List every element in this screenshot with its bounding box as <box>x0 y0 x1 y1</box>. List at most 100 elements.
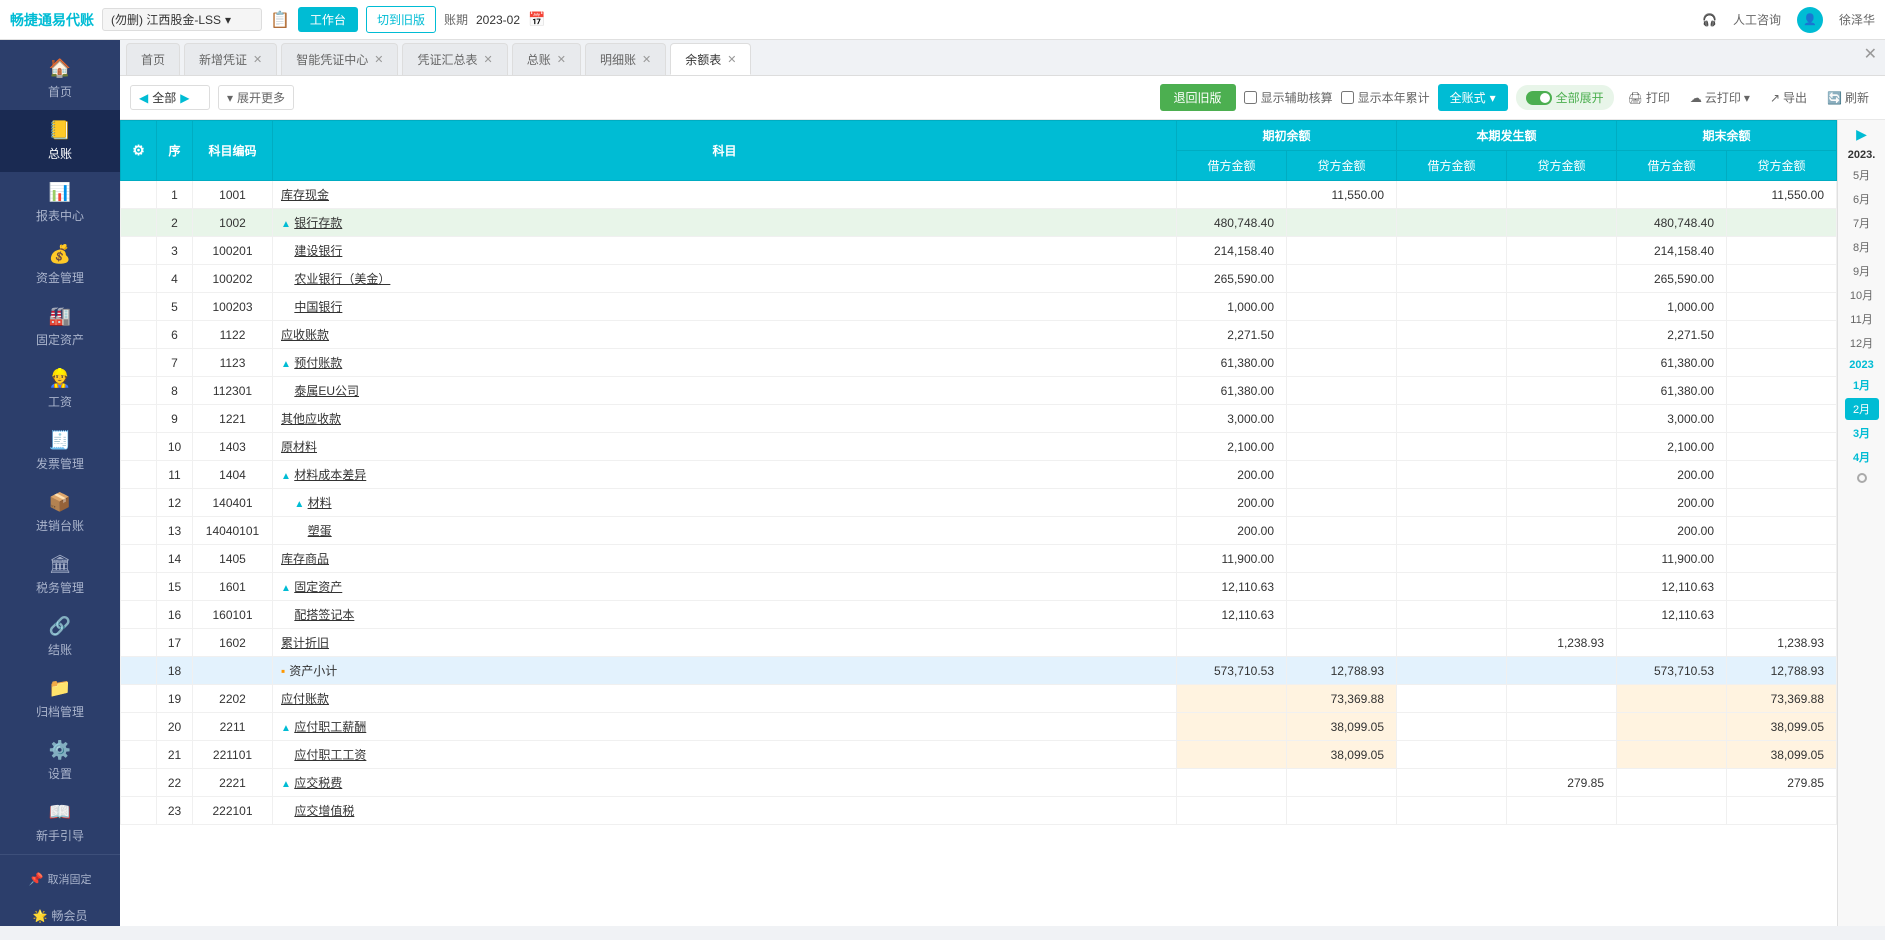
name-link[interactable]: 材料 <box>308 496 332 510</box>
cell-ps-debit <box>1177 181 1287 209</box>
timeline-month-10[interactable]: 10月 <box>1845 284 1879 306</box>
name-link[interactable]: 应交税费 <box>294 776 342 790</box>
sidebar-label-assets: 固定资产 <box>36 331 84 348</box>
chk-auxiliary-input[interactable] <box>1244 91 1257 104</box>
name-link[interactable]: 应收账款 <box>281 328 329 342</box>
timeline-month-7[interactable]: 7月 <box>1845 212 1879 234</box>
name-link[interactable]: 应付职工薪酬 <box>294 720 366 734</box>
sidebar-item-assets[interactable]: 🏭 固定资产 <box>0 296 120 358</box>
timeline-month-3[interactable]: 3月 <box>1845 422 1879 444</box>
timeline-month-4[interactable]: 4月 <box>1845 446 1879 468</box>
cell-pe-debit: 11,900.00 <box>1617 545 1727 573</box>
tab-balance-close[interactable]: ✕ <box>727 53 736 66</box>
name-link[interactable]: 其他应收款 <box>281 412 341 426</box>
tab-detail-ledger-close[interactable]: ✕ <box>642 53 651 66</box>
tab-detail-ledger[interactable]: 明细账 ✕ <box>585 43 666 75</box>
name-link[interactable]: 材料成本差异 <box>294 468 366 482</box>
tab-balance[interactable]: 余额表 ✕ <box>670 43 751 75</box>
cloud-print-button[interactable]: ☁ 云打印 ▾ <box>1684 85 1756 110</box>
sidebar-item-salary[interactable]: 👷 工资 <box>0 358 120 420</box>
cell-name: ▪资产小计 <box>273 657 1177 685</box>
refresh-button[interactable]: 🔄 刷新 <box>1821 85 1875 110</box>
sidebar-item-fund[interactable]: 💰 资金管理 <box>0 234 120 296</box>
timeline-month-6[interactable]: 6月 <box>1845 188 1879 210</box>
sidebar-member[interactable]: 🌟 畅会员 <box>0 899 120 932</box>
workbench-button[interactable]: 工作台 <box>298 7 358 32</box>
cell-name: 累计折旧 <box>273 629 1177 657</box>
timeline-month-8[interactable]: 8月 <box>1845 236 1879 258</box>
tab-home[interactable]: 首页 <box>126 43 180 75</box>
tab-new-voucher-close[interactable]: ✕ <box>253 53 262 66</box>
table-container: ⚙ 序 科目编码 科目 期初余额 本期发生额 期末余额 借方金额 贷方金额 <box>120 120 1837 926</box>
name-link[interactable]: 中国银行 <box>294 300 342 314</box>
name-link[interactable]: 累计折旧 <box>281 636 329 650</box>
tab-new-voucher-label: 新增凭证 <box>199 51 247 68</box>
th-settings[interactable]: ⚙ <box>121 121 157 181</box>
name-link[interactable]: 银行存款 <box>294 216 342 230</box>
sidebar-item-report[interactable]: 📊 报表中心 <box>0 172 120 234</box>
name-link[interactable]: 泰属EU公司 <box>294 384 359 398</box>
row-expand-icon[interactable]: ▲ <box>281 779 291 790</box>
name-link[interactable]: 库存现金 <box>281 188 329 202</box>
expand-all-toggle[interactable]: 全部展开 <box>1516 85 1614 110</box>
timeline-month-2[interactable]: 2月 <box>1845 398 1879 420</box>
name-link[interactable]: 建设银行 <box>294 244 342 258</box>
chk-ytd-label[interactable]: 显示本年累计 <box>1341 89 1430 106</box>
company-select[interactable]: (勿删) 江西股金-LSS ▾ <box>102 8 262 31</box>
row-expand-icon[interactable]: ▲ <box>281 219 291 230</box>
sidebar-item-archive[interactable]: 📁 归档管理 <box>0 668 120 730</box>
sidebar-item-stock[interactable]: 📦 进销台账 <box>0 482 120 544</box>
tab-new-voucher[interactable]: 新增凭证 ✕ <box>184 43 277 75</box>
cell-code: 1405 <box>193 545 273 573</box>
sidebar-item-tax[interactable]: 🏛 税务管理 <box>0 544 120 606</box>
timeline-month-5[interactable]: 5月 <box>1845 164 1879 186</box>
chk-auxiliary-label[interactable]: 显示辅助核算 <box>1244 89 1333 106</box>
row-expand-icon[interactable]: ▲ <box>294 499 304 510</box>
filter-box[interactable]: ◀ 全部 ▶ <box>130 85 210 110</box>
name-link[interactable]: 库存商品 <box>281 552 329 566</box>
switch-version-button[interactable]: 切到旧版 <box>366 6 436 33</box>
name-link[interactable]: 预付账款 <box>294 356 342 370</box>
timeline-month-12[interactable]: 12月 <box>1845 332 1879 354</box>
sidebar-unpin[interactable]: 📌 取消固定 <box>0 863 120 895</box>
row-expand-icon[interactable]: ▲ <box>281 471 291 482</box>
return-old-button[interactable]: 退回旧版 <box>1160 84 1236 111</box>
name-link[interactable]: 固定资产 <box>294 580 342 594</box>
name-link[interactable]: 原材料 <box>281 440 317 454</box>
timeline-month-9[interactable]: 9月 <box>1845 260 1879 282</box>
service-label[interactable]: 人工咨询 <box>1733 11 1781 28</box>
export-button[interactable]: ↗ 导出 <box>1764 85 1813 110</box>
tab-general-ledger-close[interactable]: ✕ <box>557 53 566 66</box>
row-expand-icon[interactable]: ▲ <box>281 723 291 734</box>
sidebar-item-guide[interactable]: 📖 新手引导 <box>0 792 120 854</box>
sidebar-item-invoice[interactable]: 🧾 发票管理 <box>0 420 120 482</box>
name-link[interactable]: 塑蛋 <box>308 524 332 538</box>
tab-smart-center-close[interactable]: ✕ <box>374 53 383 66</box>
cell-name: 塑蛋 <box>273 517 1177 545</box>
row-expand-icon[interactable]: ▲ <box>281 583 291 594</box>
print-button[interactable]: 🖨 打印 <box>1622 85 1676 110</box>
sidebar-item-settlement[interactable]: 🔗 结账 <box>0 606 120 668</box>
name-link[interactable]: 配搭签记本 <box>294 608 354 622</box>
tab-area-close[interactable]: ✕ <box>1864 44 1877 64</box>
tab-general-ledger[interactable]: 总账 ✕ <box>512 43 581 75</box>
cell-ps-debit: 200.00 <box>1177 517 1287 545</box>
name-link[interactable]: 农业银行（美金） <box>294 272 390 286</box>
row-expand-icon[interactable]: ▲ <box>281 359 291 370</box>
timeline-expand-btn[interactable]: ▶ <box>1854 124 1869 145</box>
name-link[interactable]: 应付职工工资 <box>294 748 366 762</box>
tab-smart-center[interactable]: 智能凭证中心 ✕ <box>281 43 398 75</box>
expand-more-button[interactable]: ▾ 展开更多 <box>218 85 294 110</box>
name-link[interactable]: 应交增值税 <box>294 804 354 818</box>
fullscreen-button[interactable]: 全账式 ▾ <box>1438 84 1508 111</box>
tab-voucher-summary[interactable]: 凭证汇总表 ✕ <box>402 43 507 75</box>
tab-voucher-summary-close[interactable]: ✕ <box>484 53 493 66</box>
sidebar-item-home[interactable]: 🏠 首页 <box>0 48 120 110</box>
sidebar-item-settings[interactable]: ⚙️ 设置 <box>0 730 120 792</box>
timeline-month-11[interactable]: 11月 <box>1845 308 1879 330</box>
sidebar-item-ledger[interactable]: 📒 总账 <box>0 110 120 172</box>
timeline-month-1[interactable]: 1月 <box>1845 374 1879 396</box>
filter-arrow-right[interactable]: ▶ <box>180 91 189 105</box>
name-link[interactable]: 应付账款 <box>281 692 329 706</box>
chk-ytd-input[interactable] <box>1341 91 1354 104</box>
